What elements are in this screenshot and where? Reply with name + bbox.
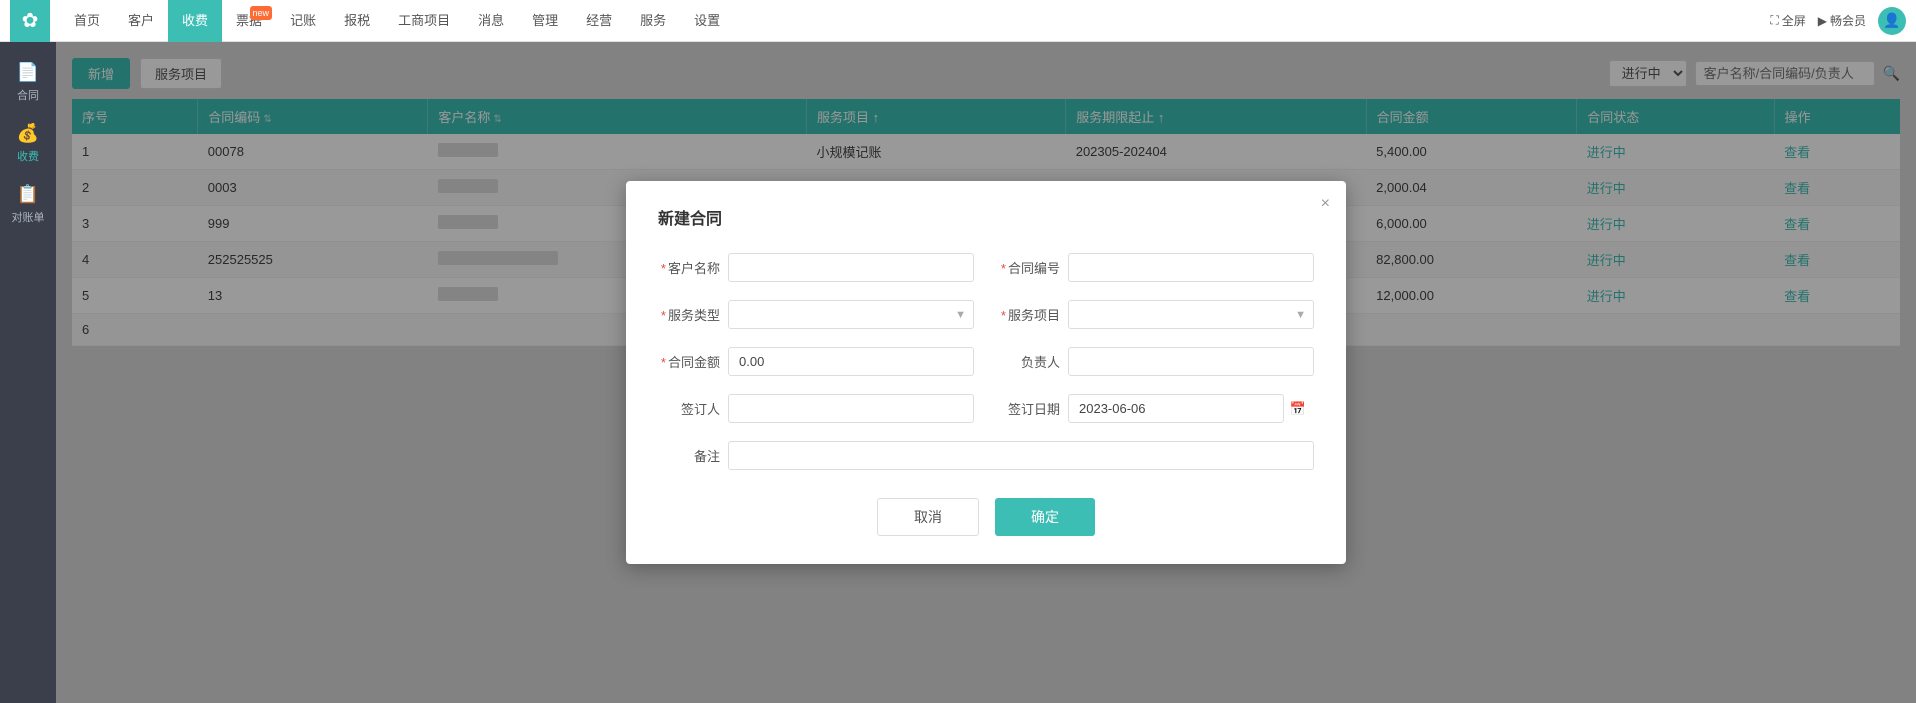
nav-settings[interactable]: 设置 <box>680 0 734 42</box>
fee-icon: 💰 <box>17 123 39 144</box>
nav-invoice[interactable]: 票据 new <box>222 0 276 42</box>
label-remark: 备注 <box>658 446 728 465</box>
vip-icon: ▶ <box>1818 14 1827 28</box>
required-mark4: * <box>1001 308 1006 323</box>
label-client-name: *客户名称 <box>658 258 728 277</box>
form-row-2: *服务类型 ▼ *服务项目 ▼ <box>658 300 1314 329</box>
logo: ✿ <box>10 0 50 42</box>
main-layout: 📄 合同 💰 收费 📋 对账单 新增 服务项目 进行中 已完成 已取消 � <box>0 42 1916 703</box>
nav-business[interactable]: 工商项目 <box>384 0 464 42</box>
nav-service[interactable]: 服务 <box>626 0 680 42</box>
logo-icon: ✿ <box>22 8 39 33</box>
nav-home[interactable]: 首页 <box>60 0 114 42</box>
field-sign-date: 签订日期 📅 <box>998 394 1314 423</box>
new-badge: new <box>250 6 273 20</box>
vip-label: 畅会员 <box>1830 12 1866 29</box>
field-amount: *合同金额 <box>658 347 974 376</box>
nav-message[interactable]: 消息 <box>464 0 518 42</box>
sidebar-item-contract[interactable]: 📄 合同 <box>0 52 56 113</box>
required-mark3: * <box>661 308 666 323</box>
label-sign-date: 签订日期 <box>998 399 1068 418</box>
modal-overlay: × 新建合同 *客户名称 *合同编号 <box>56 42 1916 703</box>
select-service-type[interactable] <box>728 300 974 329</box>
fullscreen-btn[interactable]: ⛶ 全屏 <box>1770 12 1805 29</box>
nav-operation[interactable]: 经营 <box>572 0 626 42</box>
nav-items: 首页 客户 收费 票据 new 记账 报税 工商项目 消息 管理 经营 服务 设… <box>60 0 1770 42</box>
field-contract-no: *合同编号 <box>998 253 1314 282</box>
calendar-icon: 📅 <box>1290 401 1306 417</box>
label-amount: *合同金额 <box>658 352 728 371</box>
input-client-name[interactable] <box>728 253 974 282</box>
input-sign-date[interactable] <box>1068 394 1284 423</box>
sidebar: 📄 合同 💰 收费 📋 对账单 <box>0 42 56 703</box>
field-remark: 备注 <box>658 441 1314 470</box>
label-signer: 签订人 <box>658 399 728 418</box>
field-signer: 签订人 <box>658 394 974 423</box>
nav-client[interactable]: 客户 <box>114 0 168 42</box>
nav-fee[interactable]: 收费 <box>168 0 222 42</box>
input-remark[interactable] <box>728 441 1314 470</box>
vip-btn[interactable]: ▶ 畅会员 <box>1818 12 1866 29</box>
service-item-wrap: ▼ <box>1068 300 1314 329</box>
field-service-item: *服务项目 ▼ <box>998 300 1314 329</box>
required-mark: * <box>661 261 666 276</box>
new-contract-modal: × 新建合同 *客户名称 *合同编号 <box>626 181 1346 564</box>
label-service-item: *服务项目 <box>998 305 1068 324</box>
form-row-5: 备注 <box>658 441 1314 470</box>
input-responsible[interactable] <box>1068 347 1314 376</box>
content-area: 新增 服务项目 进行中 已完成 已取消 🔍 序号 合同编码⇅ 客户名称⇅ 服务项… <box>56 42 1916 703</box>
contract-icon: 📄 <box>17 62 39 83</box>
date-input-wrap: 📅 <box>1068 394 1314 423</box>
sidebar-item-statement[interactable]: 📋 对账单 <box>0 174 56 235</box>
nav-tax[interactable]: 报税 <box>330 0 384 42</box>
form-row-1: *客户名称 *合同编号 <box>658 253 1314 282</box>
required-mark5: * <box>661 355 666 370</box>
field-client-name: *客户名称 <box>658 253 974 282</box>
nav-accounting[interactable]: 记账 <box>276 0 330 42</box>
form-row-4: 签订人 签订日期 📅 <box>658 394 1314 423</box>
statement-icon: 📋 <box>17 184 39 205</box>
sidebar-label-fee: 收费 <box>17 148 39 164</box>
avatar[interactable]: 👤 <box>1878 7 1906 35</box>
top-navigation: ✿ 首页 客户 收费 票据 new 记账 报税 工商项目 消息 管理 经营 服务… <box>0 0 1916 42</box>
sidebar-item-fee[interactable]: 💰 收费 <box>0 113 56 174</box>
cancel-button[interactable]: 取消 <box>877 498 979 536</box>
modal-title: 新建合同 <box>658 205 1314 229</box>
nav-manage[interactable]: 管理 <box>518 0 572 42</box>
label-responsible: 负责人 <box>998 352 1068 371</box>
field-responsible: 负责人 <box>998 347 1314 376</box>
form-row-3: *合同金额 负责人 <box>658 347 1314 376</box>
label-service-type: *服务类型 <box>658 305 728 324</box>
input-contract-no[interactable] <box>1068 253 1314 282</box>
modal-close-button[interactable]: × <box>1321 195 1330 213</box>
label-contract-no: *合同编号 <box>998 258 1068 277</box>
sidebar-label-statement: 对账单 <box>12 209 45 225</box>
field-service-type: *服务类型 ▼ <box>658 300 974 329</box>
modal-footer: 取消 确定 <box>658 498 1314 536</box>
nav-right: ⛶ 全屏 ▶ 畅会员 👤 <box>1770 7 1906 35</box>
sidebar-label-contract: 合同 <box>17 87 39 103</box>
confirm-button[interactable]: 确定 <box>995 498 1095 536</box>
fullscreen-label: 全屏 <box>1782 12 1806 29</box>
input-signer[interactable] <box>728 394 974 423</box>
required-mark2: * <box>1001 261 1006 276</box>
input-amount[interactable] <box>728 347 974 376</box>
fullscreen-icon: ⛶ <box>1770 13 1778 28</box>
service-type-wrap: ▼ <box>728 300 974 329</box>
select-service-item[interactable] <box>1068 300 1314 329</box>
